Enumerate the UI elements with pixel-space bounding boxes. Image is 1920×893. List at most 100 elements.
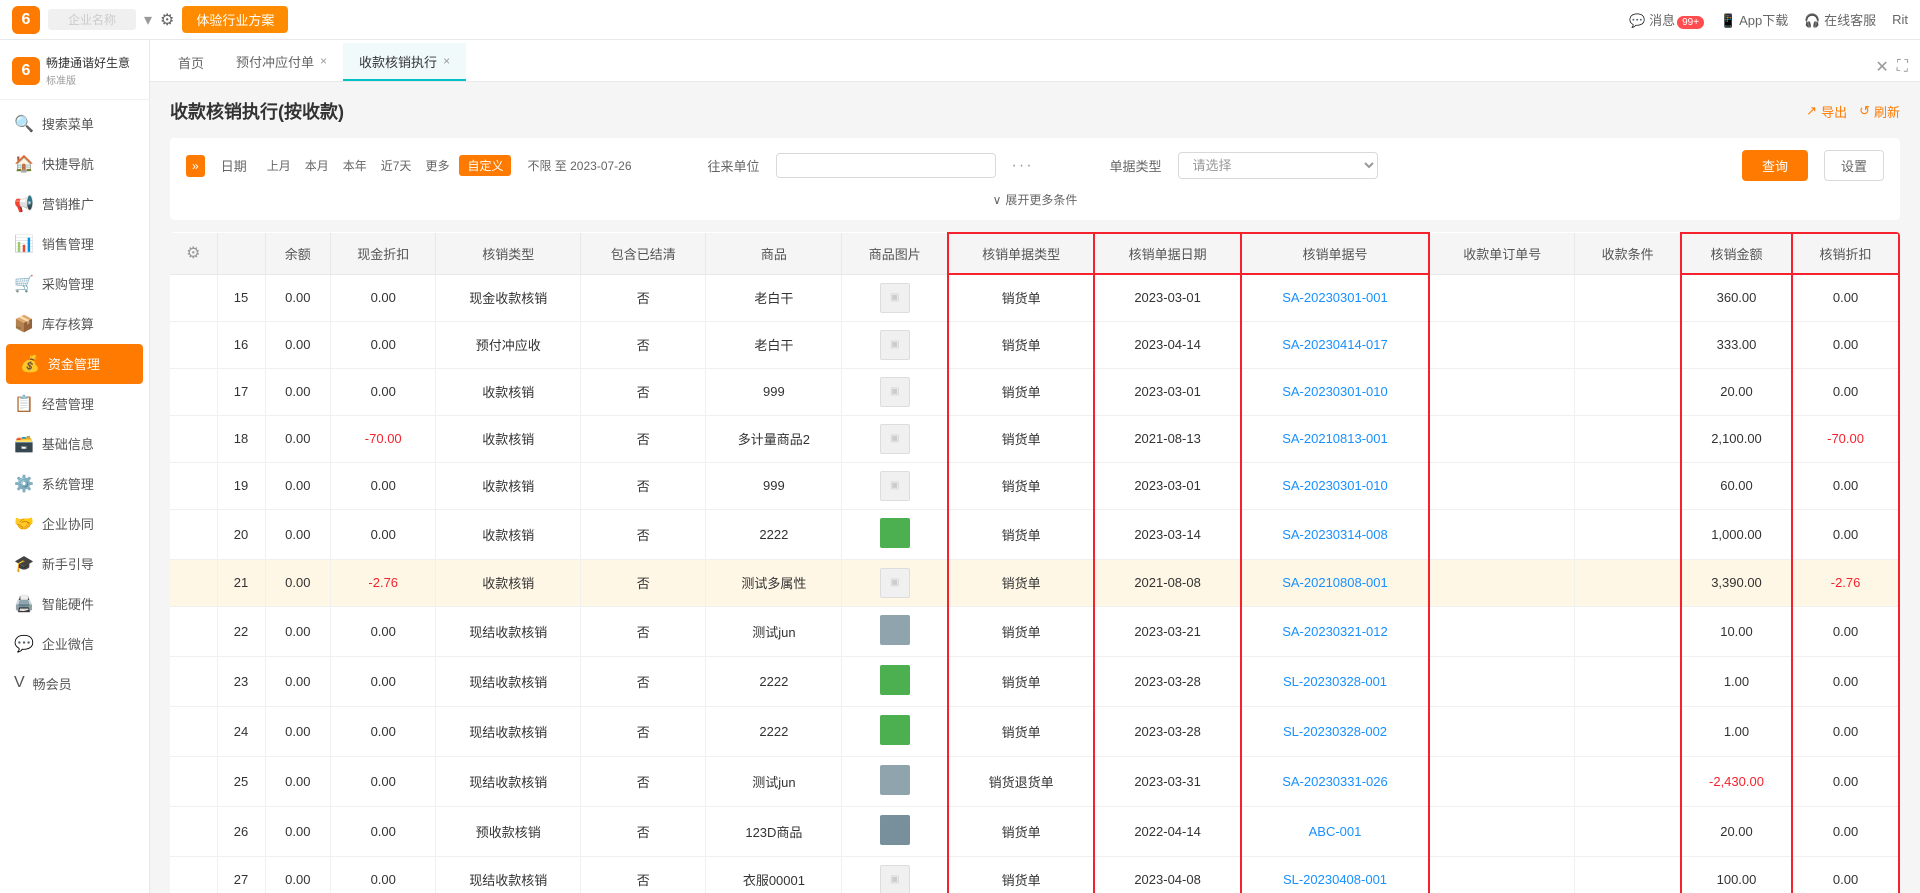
bill-type-label: 单据类型 <box>1110 156 1162 175</box>
tab-expand-icon[interactable]: ⛶ <box>1897 58 1908 76</box>
setting-btn[interactable]: 设置 <box>1824 150 1884 181</box>
sidebar-item-sales[interactable]: 📊 销售管理 <box>0 224 149 264</box>
counterpart-input[interactable] <box>776 153 996 178</box>
row-bill-date: 2023-03-14 <box>1094 509 1240 559</box>
table-row: 15 0.00 0.00 现金收款核销 否 老白干 ▣ 销货单 2023-03-… <box>170 274 1899 321</box>
row-cash-discount: 0.00 <box>331 806 436 856</box>
row-cash-discount: 0.00 <box>331 462 436 509</box>
table-row: 23 0.00 0.00 现结收款核销 否 2222 销货单 2023-03-2… <box>170 656 1899 706</box>
gear-icon[interactable]: ⚙ <box>160 10 174 30</box>
row-include-settled: 否 <box>581 856 706 893</box>
expand-btn[interactable]: ∨ 展开更多条件 <box>993 191 1078 208</box>
row-bill-no: SL-20230408-001 <box>1241 856 1429 893</box>
row-writeoff-discount: 0.00 <box>1792 274 1899 321</box>
export-btn[interactable]: ↗ 导出 <box>1806 102 1847 121</box>
col-settings-icon[interactable]: ⚙ <box>186 245 200 262</box>
row-receipt-condition <box>1575 509 1681 559</box>
table-row: 19 0.00 0.00 收款核销 否 999 ▣ 销货单 2023-03-01… <box>170 462 1899 509</box>
tab-prepay-close[interactable]: × <box>320 54 327 68</box>
bill-no-link[interactable]: SA-20230301-001 <box>1282 290 1388 305</box>
sidebar-item-marketing[interactable]: 📢 营销推广 <box>0 184 149 224</box>
messages-btn[interactable]: 💬 消息99+ <box>1629 10 1704 29</box>
tab-home[interactable]: 首页 <box>162 43 220 81</box>
sidebar-item-business[interactable]: 📋 经营管理 <box>0 384 149 424</box>
row-include-settled: 否 <box>581 706 706 756</box>
row-goods: 999 <box>706 368 842 415</box>
bill-no-link[interactable]: SA-20210813-001 <box>1282 431 1388 446</box>
bill-no-link[interactable]: SA-20230301-010 <box>1282 478 1388 493</box>
refresh-btn[interactable]: ↺ 刷新 <box>1859 102 1900 121</box>
row-include-settled: 否 <box>581 321 706 368</box>
col-goods-img-header: 商品图片 <box>842 233 948 274</box>
date-options: 上月 本月 本年 近7天 更多 自定义 <box>263 155 512 176</box>
row-num: 25 <box>217 756 265 806</box>
row-writeoff-amount: 100.00 <box>1681 856 1792 893</box>
trial-btn[interactable]: 体验行业方案 <box>182 6 288 33</box>
row-writeoff-type: 现结收款核销 <box>436 856 581 893</box>
row-num: 15 <box>217 274 265 321</box>
row-bill-type: 销货单 <box>948 656 1094 706</box>
bill-no-link[interactable]: SA-20230331-026 <box>1282 774 1388 789</box>
filter-dots[interactable]: ··· <box>1012 157 1034 175</box>
row-bill-type: 销货单 <box>948 509 1094 559</box>
online-service-btn[interactable]: 🎧 在线客服 <box>1804 10 1876 29</box>
tab-writeoff-close[interactable]: × <box>443 54 450 68</box>
row-receipt-condition <box>1575 656 1681 706</box>
date-option-more[interactable]: 更多 <box>421 155 453 176</box>
sidebar-item-basic[interactable]: 🗃️ 基础信息 <box>0 424 149 464</box>
row-include-settled: 否 <box>581 756 706 806</box>
goods-image: ▣ <box>880 330 910 360</box>
row-bill-type: 销货单 <box>948 856 1094 893</box>
bill-no-link[interactable]: ABC-001 <box>1309 824 1362 839</box>
wechat-icon: 💬 <box>14 634 34 654</box>
app-download-btn[interactable]: 📱 App下载 <box>1720 10 1788 29</box>
sidebar-item-member[interactable]: V 畅会员 <box>0 664 149 703</box>
col-include-settled-header: 包含已结清 <box>581 233 706 274</box>
top-bar-right: 💬 消息99+ 📱 App下载 🎧 在线客服 Rit <box>1629 10 1908 29</box>
date-option-last-month[interactable]: 上月 <box>263 155 295 176</box>
row-bill-type: 销货单 <box>948 706 1094 756</box>
date-option-this-month[interactable]: 本月 <box>301 155 333 176</box>
tab-prepay[interactable]: 预付冲应付单 × <box>220 43 343 81</box>
sidebar-item-purchase[interactable]: 🛒 采购管理 <box>0 264 149 304</box>
bill-no-link[interactable]: SA-20230314-008 <box>1282 527 1388 542</box>
col-settings-header[interactable]: ⚙ <box>170 233 217 274</box>
row-include-settled: 否 <box>581 806 706 856</box>
sidebar-item-wechat[interactable]: 💬 企业微信 <box>0 624 149 664</box>
sidebar-item-newbie[interactable]: 🎓 新手引导 <box>0 544 149 584</box>
sidebar-item-inventory[interactable]: 📦 库存核算 <box>0 304 149 344</box>
date-option-7days[interactable]: 近7天 <box>377 155 416 176</box>
filter-collapse-btn[interactable]: » <box>186 155 205 177</box>
bill-no-link[interactable]: SA-20210808-001 <box>1282 575 1388 590</box>
bill-no-link[interactable]: SL-20230408-001 <box>1283 872 1387 887</box>
query-btn[interactable]: 查询 <box>1742 150 1808 181</box>
bill-no-link[interactable]: SA-20230301-010 <box>1282 384 1388 399</box>
sidebar-item-system[interactable]: ⚙️ 系统管理 <box>0 464 149 504</box>
tab-close-all-icon[interactable]: ✕ <box>1875 57 1888 77</box>
bill-no-link[interactable]: SL-20230328-002 <box>1283 724 1387 739</box>
bill-type-select[interactable]: 请选择 <box>1178 152 1378 179</box>
tab-writeoff[interactable]: 收款核销执行 × <box>343 43 466 81</box>
sidebar-item-finance[interactable]: 💰 资金管理 <box>6 344 143 384</box>
sidebar-item-search[interactable]: 🔍 搜索菜单 <box>0 104 149 144</box>
row-writeoff-discount: -70.00 <box>1792 415 1899 462</box>
row-writeoff-discount: 0.00 <box>1792 856 1899 893</box>
expand-chevron-icon: ∨ <box>993 193 1002 207</box>
home-icon: 🏠 <box>14 154 34 174</box>
sidebar-item-hardware[interactable]: 🖨️ 智能硬件 <box>0 584 149 624</box>
bill-no-link[interactable]: SA-20230414-017 <box>1282 337 1388 352</box>
goods-image: ▣ <box>880 424 910 454</box>
col-receipt-order-header: 收款单订单号 <box>1429 233 1575 274</box>
row-include-settled: 否 <box>581 274 706 321</box>
bill-no-link[interactable]: SA-20230321-012 <box>1282 624 1388 639</box>
row-bill-no: SA-20210808-001 <box>1241 559 1429 606</box>
sidebar-item-enterprise[interactable]: 🤝 企业协同 <box>0 504 149 544</box>
bill-no-link[interactable]: SL-20230328-001 <box>1283 674 1387 689</box>
row-writeoff-discount: 0.00 <box>1792 462 1899 509</box>
date-option-custom[interactable]: 自定义 <box>459 155 511 176</box>
dropdown-icon[interactable]: ▾ <box>144 10 152 30</box>
user-name[interactable]: Rit <box>1892 12 1908 27</box>
date-option-this-year[interactable]: 本年 <box>339 155 371 176</box>
sidebar-item-quick-nav[interactable]: 🏠 快捷导航 <box>0 144 149 184</box>
row-receipt-order-no <box>1429 462 1575 509</box>
